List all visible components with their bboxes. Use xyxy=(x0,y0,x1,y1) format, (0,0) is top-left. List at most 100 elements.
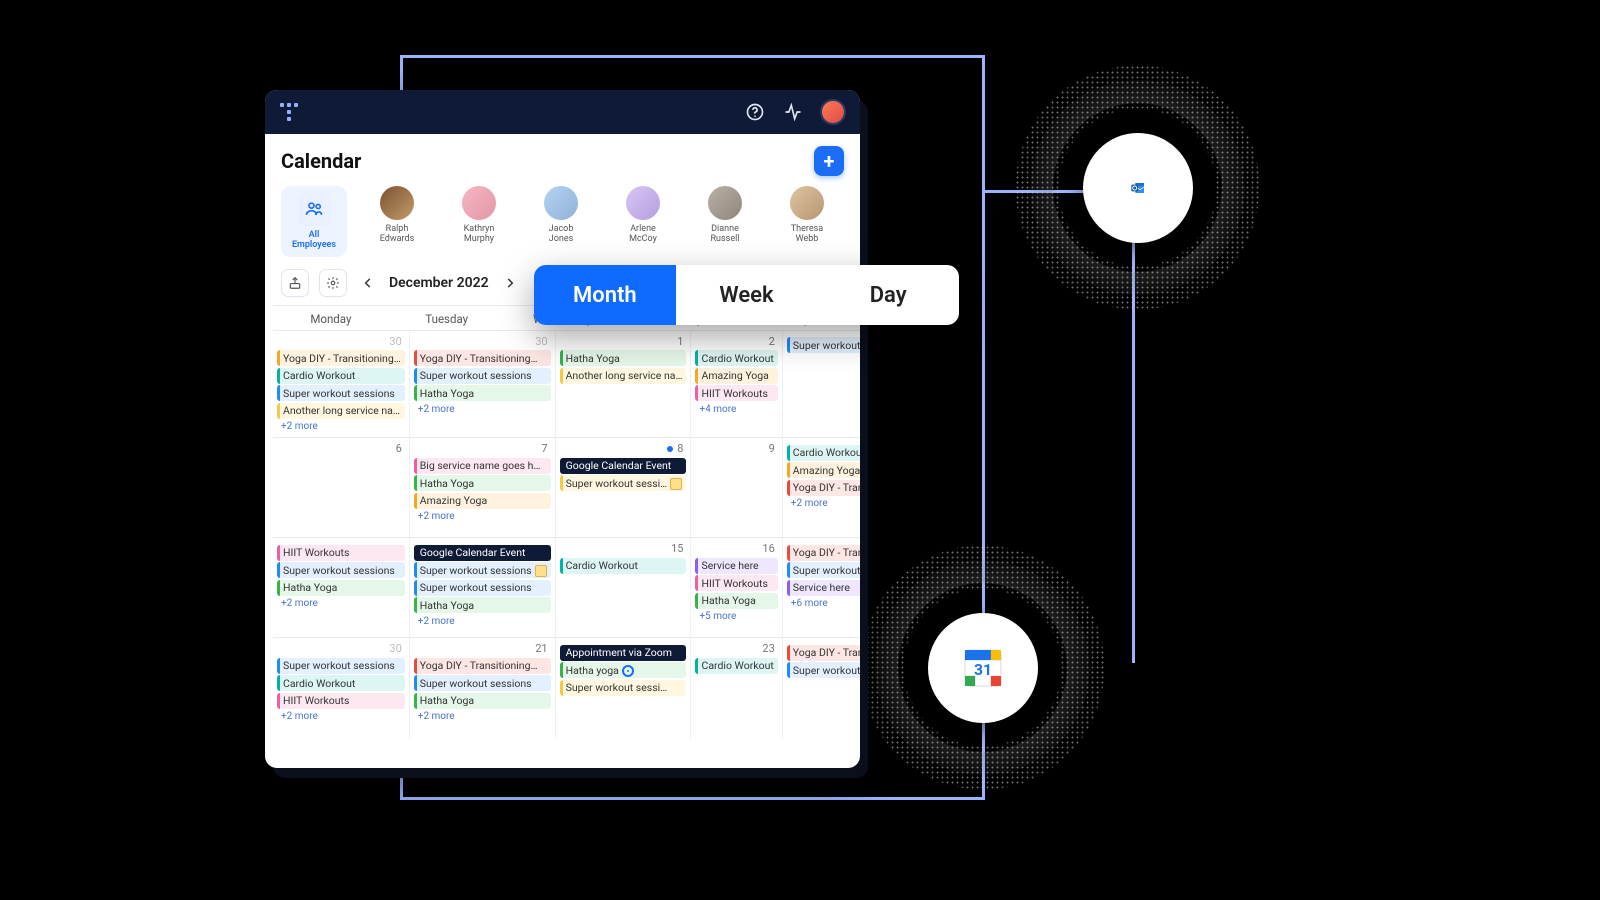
calendar-cell[interactable]: 7Big service name goes h…Hatha YogaAmazi… xyxy=(410,437,556,537)
calendar-event[interactable]: Super workout sessions xyxy=(277,658,405,674)
calendar-cell[interactable]: 21Yoga DIY - Transitioning…Super workout… xyxy=(410,637,556,739)
calendar-event[interactable]: Hatha Yoga xyxy=(414,597,551,613)
export-button[interactable] xyxy=(281,269,309,297)
more-events-link[interactable]: +6 more xyxy=(787,597,860,610)
more-events-link[interactable]: +2 more xyxy=(787,497,860,510)
calendar-event[interactable]: Super workout sessions xyxy=(277,385,405,401)
calendar-event[interactable]: HIIT Workouts xyxy=(277,693,405,709)
calendar-event[interactable]: Another long service na… xyxy=(560,368,687,384)
calendar-event[interactable]: Super workout sessions xyxy=(414,675,551,691)
more-events-link[interactable]: +2 more xyxy=(414,615,551,628)
calendar-cell[interactable]: Appointment via ZoomHatha yoga Super work… xyxy=(556,637,692,739)
employee-filter-row: All Employees Ralph Edwards Kathryn Murp… xyxy=(265,184,860,263)
calendar-event[interactable]: Super workout session xyxy=(787,662,860,678)
employee-filter[interactable]: Jacob Jones xyxy=(529,186,593,257)
more-events-link[interactable]: +2 more xyxy=(414,710,551,723)
view-tab-month[interactable]: Month xyxy=(534,265,676,325)
calendar-event[interactable]: Hatha Yoga xyxy=(277,580,405,596)
calendar-cell[interactable]: 8Google Calendar EventSuper workout sess… xyxy=(556,437,692,537)
calendar-event[interactable]: Big service name goes h… xyxy=(414,458,551,474)
calendar-event[interactable]: Hatha Yoga xyxy=(414,385,551,401)
calendar-cell[interactable]: Cardio WorkoutAmazing Yoga Yoga DIY - Tra… xyxy=(783,437,860,537)
calendar-event[interactable]: Google Calendar Event xyxy=(560,458,687,474)
calendar-event[interactable]: Cardio Workout xyxy=(277,368,405,384)
user-avatar[interactable] xyxy=(820,99,846,125)
calendar-event[interactable]: Amazing Yoga xyxy=(414,493,551,509)
employee-filter[interactable]: Arlene McCoy xyxy=(611,186,675,257)
calendar-event[interactable]: Cardio Workout xyxy=(787,445,860,461)
calendar-cell[interactable]: HIIT WorkoutsSuper workout sessions Hatha… xyxy=(273,537,410,637)
calendar-cell[interactable]: Super workout session xyxy=(783,330,860,438)
calendar-event[interactable]: Service here xyxy=(695,558,777,574)
next-month-button[interactable] xyxy=(499,272,521,294)
calendar-cell[interactable]: 30Yoga DIY - Transitioning…Super workout… xyxy=(410,330,556,438)
more-events-link[interactable]: +2 more xyxy=(277,597,405,610)
calendar-event[interactable]: Super workout sessions xyxy=(414,562,551,578)
calendar-event[interactable]: Hatha Yoga xyxy=(560,350,687,366)
calendar-event[interactable]: Super workout sessions xyxy=(414,580,551,596)
calendar-event[interactable]: Yoga DIY - Transitioning… xyxy=(414,350,551,366)
more-events-link[interactable]: +2 more xyxy=(277,420,405,433)
calendar-event[interactable]: HIIT Workouts xyxy=(695,575,777,591)
calendar-cell[interactable]: 2Cardio WorkoutAmazing YogaHIIT Workouts… xyxy=(691,330,782,438)
calendar-cell[interactable]: 9 xyxy=(691,437,782,537)
activity-icon[interactable] xyxy=(782,101,804,123)
calendar-event[interactable]: Yoga DIY - Transitionin xyxy=(787,480,860,496)
calendar-cell[interactable]: Yoga DIY - TransitioninSuper workout ses… xyxy=(783,637,860,739)
calendar-event[interactable]: HIIT Workouts xyxy=(695,385,777,401)
more-events-link[interactable]: +2 more xyxy=(414,403,551,416)
help-icon[interactable] xyxy=(744,101,766,123)
calendar-event[interactable]: Yoga DIY - Transitionin xyxy=(787,645,860,661)
calendar-event[interactable]: Yoga DIY - Transitioning… xyxy=(414,658,551,674)
cell-date: 1 xyxy=(560,333,687,349)
calendar-event[interactable]: Super workout sessi… xyxy=(560,475,687,491)
calendar-event[interactable]: Yoga DIY - Transitioning… xyxy=(277,350,405,366)
more-events-link[interactable]: +2 more xyxy=(277,710,405,723)
view-tab-week[interactable]: Week xyxy=(676,265,818,325)
calendar-event[interactable]: Hatha Yoga xyxy=(695,593,777,609)
calendar-event[interactable]: Hatha yoga xyxy=(560,662,687,678)
calendar-cell[interactable]: 6 xyxy=(273,437,410,537)
calendar-event[interactable]: Amazing Yoga xyxy=(695,368,777,384)
month-label[interactable]: December 2022 xyxy=(389,275,489,291)
employee-filter[interactable]: Ralph Edwards xyxy=(365,186,429,257)
calendar-cell[interactable]: 30Super workout sessionsCardio WorkoutHI… xyxy=(273,637,410,739)
event-appointment[interactable]: Appointment via Zoom xyxy=(560,645,687,661)
more-events-link[interactable]: +2 more xyxy=(414,510,551,523)
calendar-event[interactable]: Hatha Yoga xyxy=(414,475,551,491)
more-events-link[interactable]: +4 more xyxy=(695,403,777,416)
calendar-event[interactable]: Hatha Yoga xyxy=(414,693,551,709)
calendar-cell[interactable]: Google Calendar EventSuper workout sessi… xyxy=(410,537,556,637)
calendar-event[interactable]: Amazing Yoga xyxy=(787,462,860,478)
settings-button[interactable] xyxy=(319,269,347,297)
calendar-event[interactable]: Service here xyxy=(787,580,860,596)
event-google-calendar[interactable]: Google Calendar Event xyxy=(414,545,551,561)
calendar-cell[interactable]: 16Service hereHIIT WorkoutsHatha Yoga+5 … xyxy=(691,537,782,637)
calendar-cell[interactable]: 1Hatha Yoga Another long service na… xyxy=(556,330,692,438)
calendar-event[interactable]: Super workout session xyxy=(787,562,860,578)
calendar-event[interactable]: Super workout sessions xyxy=(414,368,551,384)
calendar-cell[interactable]: 30Yoga DIY - Transitioning… Cardio Workou… xyxy=(273,330,410,438)
add-button[interactable]: + xyxy=(814,146,844,176)
employee-filter[interactable]: Kathryn Murphy xyxy=(447,186,511,257)
calendar-event[interactable]: Super workout session xyxy=(787,337,860,353)
calendar-event[interactable]: Yoga DIY - Transitionin xyxy=(787,545,860,561)
cell-date: 30 xyxy=(277,333,405,349)
calendar-event[interactable]: Cardio Workout xyxy=(695,350,777,366)
employee-filter[interactable]: Theresa Webb xyxy=(775,186,839,257)
view-tab-day[interactable]: Day xyxy=(817,265,959,325)
filter-all-employees[interactable]: All Employees xyxy=(281,186,347,257)
calendar-event[interactable]: Another long service na… xyxy=(277,403,405,419)
calendar-cell[interactable]: 15Cardio Workout xyxy=(556,537,692,637)
calendar-event[interactable]: Cardio Workout xyxy=(560,558,687,574)
more-events-link[interactable]: +5 more xyxy=(695,610,777,623)
calendar-event[interactable]: Cardio Workout xyxy=(277,675,405,691)
calendar-event[interactable]: HIIT Workouts xyxy=(277,545,405,561)
calendar-cell[interactable]: Yoga DIY - TransitioninSuper workout ses… xyxy=(783,537,860,637)
calendar-event[interactable]: Cardio Workout xyxy=(695,658,777,674)
calendar-event[interactable]: Super workout sessions xyxy=(277,562,405,578)
calendar-cell[interactable]: 23Cardio Workout xyxy=(691,637,782,739)
employee-filter[interactable]: Dianne Russell xyxy=(693,186,757,257)
prev-month-button[interactable] xyxy=(357,272,379,294)
calendar-event[interactable]: Super workout sessi… xyxy=(560,680,687,696)
